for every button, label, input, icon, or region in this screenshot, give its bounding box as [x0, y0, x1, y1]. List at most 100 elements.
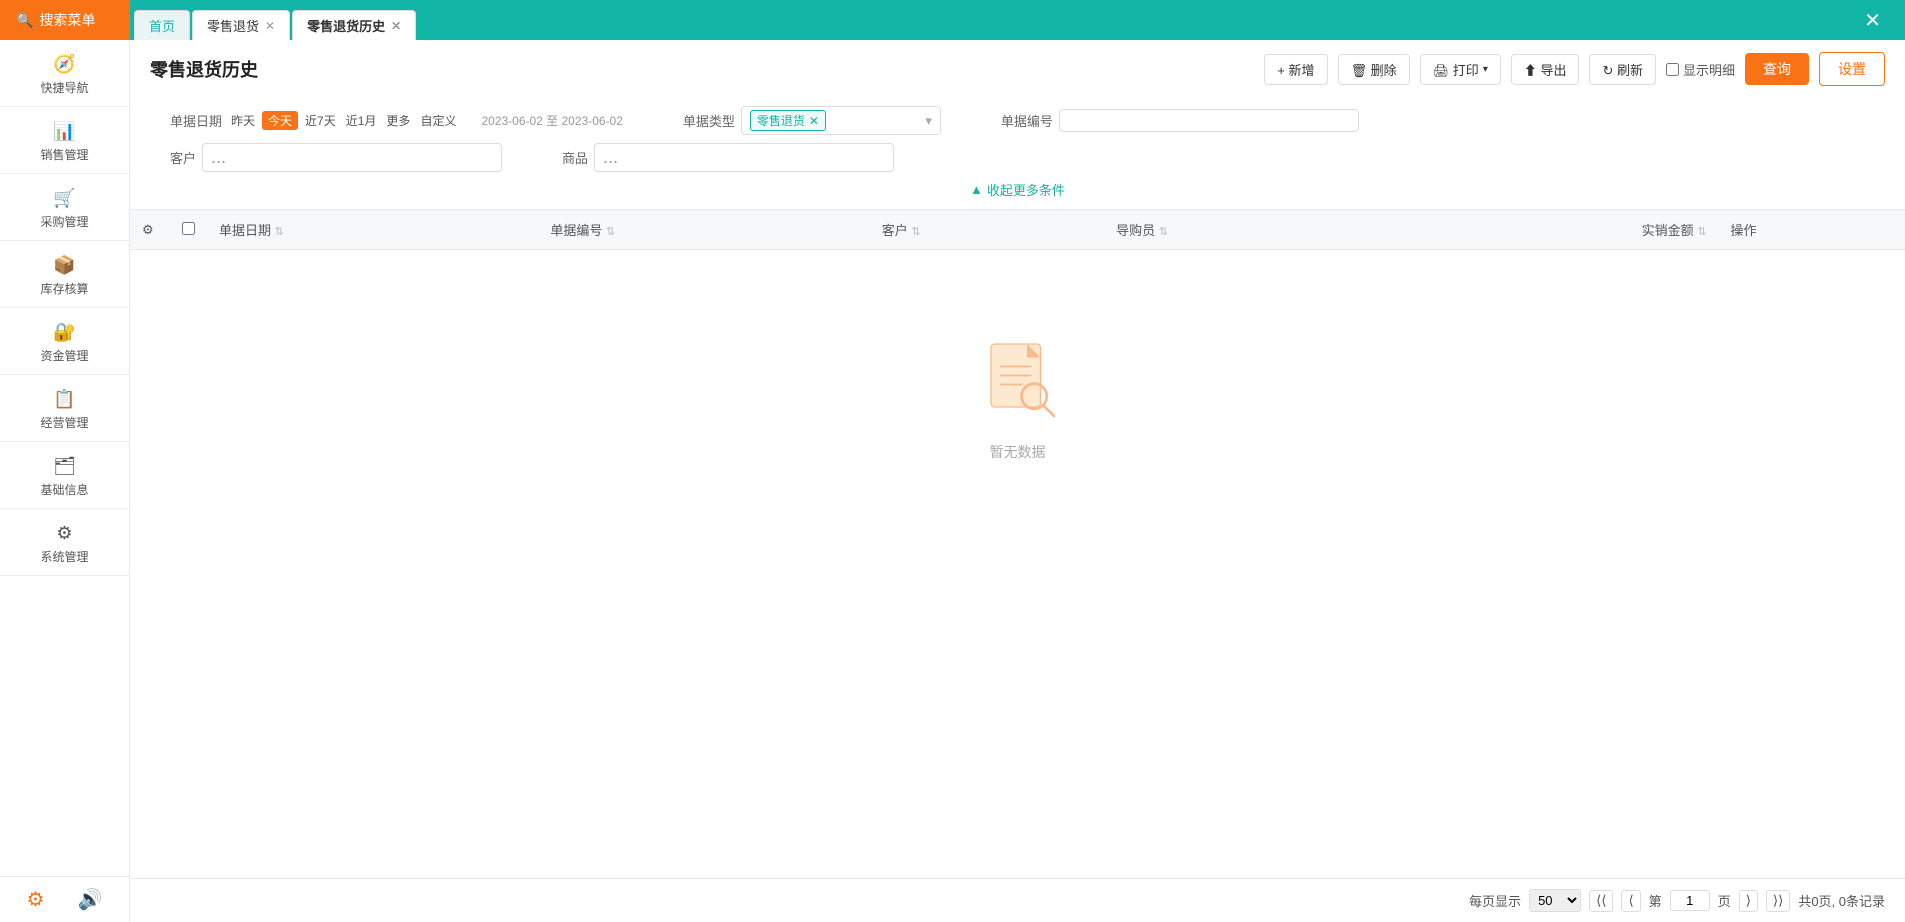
refresh-button[interactable]: ↻ 刷新 [1589, 54, 1656, 85]
search-icon: 🔍 [16, 12, 33, 29]
th-settings[interactable]: ⚙ [130, 210, 170, 250]
empty-row: 暂无数据 [130, 250, 1905, 543]
goods-select[interactable]: ... [594, 143, 894, 172]
th-voucher-no-label: 单据编号 [550, 223, 602, 238]
sidebar-item-finance-mgmt[interactable]: 🔐 资金管理 [0, 308, 129, 375]
delete-button[interactable]: 🗑 删除 [1338, 54, 1410, 85]
new-label: + 新增 [1277, 60, 1314, 79]
voucher-no-filter: 单据编号 [1001, 109, 1359, 132]
empty-state: 暂无数据 [130, 250, 1905, 542]
sidebar-item-label: 快捷导航 [40, 79, 88, 96]
collapse-button[interactable]: ▲ 收起更多条件 [970, 180, 1065, 199]
per-page-select[interactable]: 50 10 20 100 [1529, 889, 1581, 912]
page-suffix: 页 [1718, 891, 1731, 910]
voucher-type-tag: 零售退货 ✕ [750, 110, 826, 131]
settings-icon[interactable]: ⚙ [27, 887, 45, 912]
sidebar-item-label: 基础信息 [40, 481, 88, 498]
tab-retail-return[interactable]: 零售退货 ✕ [192, 10, 290, 40]
sidebar-item-system-mgmt[interactable]: ⚙ 系统管理 [0, 509, 129, 576]
tab-retail-return-history-label: 零售退货历史 [307, 16, 385, 35]
total-label: 共0页, 0条记录 [1798, 891, 1885, 910]
sidebar-item-operation-mgmt[interactable]: 📋 经营管理 [0, 375, 129, 442]
print-button[interactable]: 🖨 打印 ▾ [1420, 54, 1501, 85]
sidebar-item-sales-mgmt[interactable]: 📊 销售管理 [0, 107, 129, 174]
last-page-button[interactable]: ⟩⟩ [1766, 890, 1790, 912]
query-button[interactable]: 查询 [1745, 53, 1809, 85]
tab-home-label: 首页 [149, 16, 175, 35]
sidebar-item-purchase-mgmt[interactable]: 🛒 采购管理 [0, 174, 129, 241]
date-more[interactable]: 更多 [383, 111, 413, 130]
tab-retail-return-history[interactable]: 零售退货历史 ✕ [292, 10, 416, 40]
date-filter: 单据日期 昨天 今天 近7天 近1月 更多 自定义 [170, 111, 459, 130]
sidebar-item-label: 资金管理 [40, 347, 88, 364]
th-date[interactable]: 单据日期 ⇅ [207, 210, 538, 250]
select-all-checkbox[interactable] [182, 222, 195, 235]
goods-label: 商品 [562, 148, 588, 167]
inventory-icon: 📦 [53, 255, 75, 276]
customer-label: 客户 [170, 148, 196, 167]
th-customer-label: 客户 [882, 223, 908, 238]
delete-label: 🗑 删除 [1351, 60, 1397, 79]
settings-icon[interactable]: ⚙ [142, 222, 154, 237]
customer-filter: 客户 ... [170, 143, 502, 172]
set-button[interactable]: 设置 [1819, 52, 1885, 86]
date-custom[interactable]: 自定义 [417, 111, 459, 130]
table-body: 暂无数据 [130, 250, 1905, 543]
close-retail-return-history[interactable]: ✕ [391, 19, 401, 33]
th-voucher-no[interactable]: 单据编号 ⇅ [538, 210, 869, 250]
search-label: 搜索菜单 [39, 10, 95, 30]
page-title: 零售退货历史 [150, 56, 258, 82]
pagination: 每页显示 50 10 20 100 ⟨⟨ ⟨ 第 页 ⟩ ⟩⟩ 共0页, 0条记… [130, 878, 1905, 922]
chevron-down-icon: ▾ [1483, 64, 1488, 75]
filter-row-1: 单据日期 昨天 今天 近7天 近1月 更多 自定义 2023-06-02 至 2… [170, 106, 1865, 135]
show-detail-checkbox[interactable] [1666, 63, 1679, 76]
prev-page-button[interactable]: ⟨ [1621, 890, 1640, 912]
volume-icon[interactable]: 🔊 [78, 887, 103, 912]
customer-select[interactable]: ... [202, 143, 502, 172]
new-button[interactable]: + 新增 [1264, 54, 1327, 85]
finance-mgmt-icon: 🔐 [53, 322, 75, 343]
date-yesterday[interactable]: 昨天 [228, 111, 258, 130]
search-area[interactable]: 🔍 搜索菜单 [0, 0, 130, 40]
tab-retail-return-label: 零售退货 [207, 16, 259, 35]
th-guide[interactable]: 导购员 ⇅ [1104, 210, 1387, 250]
page-input[interactable] [1670, 890, 1710, 911]
close-window-icon[interactable]: ✕ [1856, 8, 1889, 33]
sidebar-item-quick-nav[interactable]: 🧭 快捷导航 [0, 40, 129, 107]
voucher-no-input[interactable] [1059, 109, 1359, 132]
th-customer[interactable]: 客户 ⇅ [870, 210, 1104, 250]
tab-home[interactable]: 首页 [134, 10, 190, 40]
th-actions: 操作 [1718, 210, 1905, 250]
th-checkbox[interactable] [170, 210, 207, 250]
sort-customer-icon: ⇅ [911, 226, 920, 238]
close-retail-return[interactable]: ✕ [265, 19, 275, 33]
sidebar-bottom: ⚙ 🔊 [0, 876, 129, 922]
sort-date-icon: ⇅ [275, 226, 284, 238]
basic-info-icon: 🗂 [53, 456, 76, 477]
page-title-row: 零售退货历史 + 新增 🗑 删除 🖨 打印 ▾ ⬆ 导出 [150, 52, 1885, 86]
date-range-item: 2023-06-02 至 2023-06-02 [479, 112, 622, 129]
date-1month[interactable]: 近1月 [343, 111, 380, 130]
export-button[interactable]: ⬆ 导出 [1511, 54, 1580, 85]
first-page-button[interactable]: ⟨⟨ [1589, 890, 1613, 912]
empty-illustration [973, 335, 1063, 425]
filter-area: 单据日期 昨天 今天 近7天 近1月 更多 自定义 2023-06-02 至 2… [150, 96, 1885, 209]
show-detail-toggle[interactable]: 显示明细 [1666, 60, 1735, 79]
next-page-button[interactable]: ⟩ [1739, 890, 1758, 912]
print-label: 🖨 打印 [1433, 60, 1479, 79]
sidebar-item-inventory[interactable]: 📦 库存核算 [0, 241, 129, 308]
voucher-type-select[interactable]: 零售退货 ✕ ▾ [741, 106, 941, 135]
sort-amount-icon: ⇅ [1697, 226, 1706, 238]
refresh-label: ↻ 刷新 [1602, 60, 1643, 79]
sort-voucher-icon: ⇅ [606, 226, 615, 238]
th-amount[interactable]: 实销金额 ⇅ [1387, 210, 1718, 250]
collapse-label: 收起更多条件 [987, 180, 1065, 199]
sidebar-item-basic-info[interactable]: 🗂 基础信息 [0, 442, 129, 509]
export-label: ⬆ 导出 [1524, 60, 1567, 79]
date-today[interactable]: 今天 [262, 111, 298, 130]
sidebar-item-label: 销售管理 [40, 146, 88, 163]
chevron-down-icon: ▾ [925, 113, 932, 129]
date-filter-label: 单据日期 [170, 111, 222, 130]
remove-tag-icon[interactable]: ✕ [809, 114, 819, 128]
date-7days[interactable]: 近7天 [302, 111, 339, 130]
